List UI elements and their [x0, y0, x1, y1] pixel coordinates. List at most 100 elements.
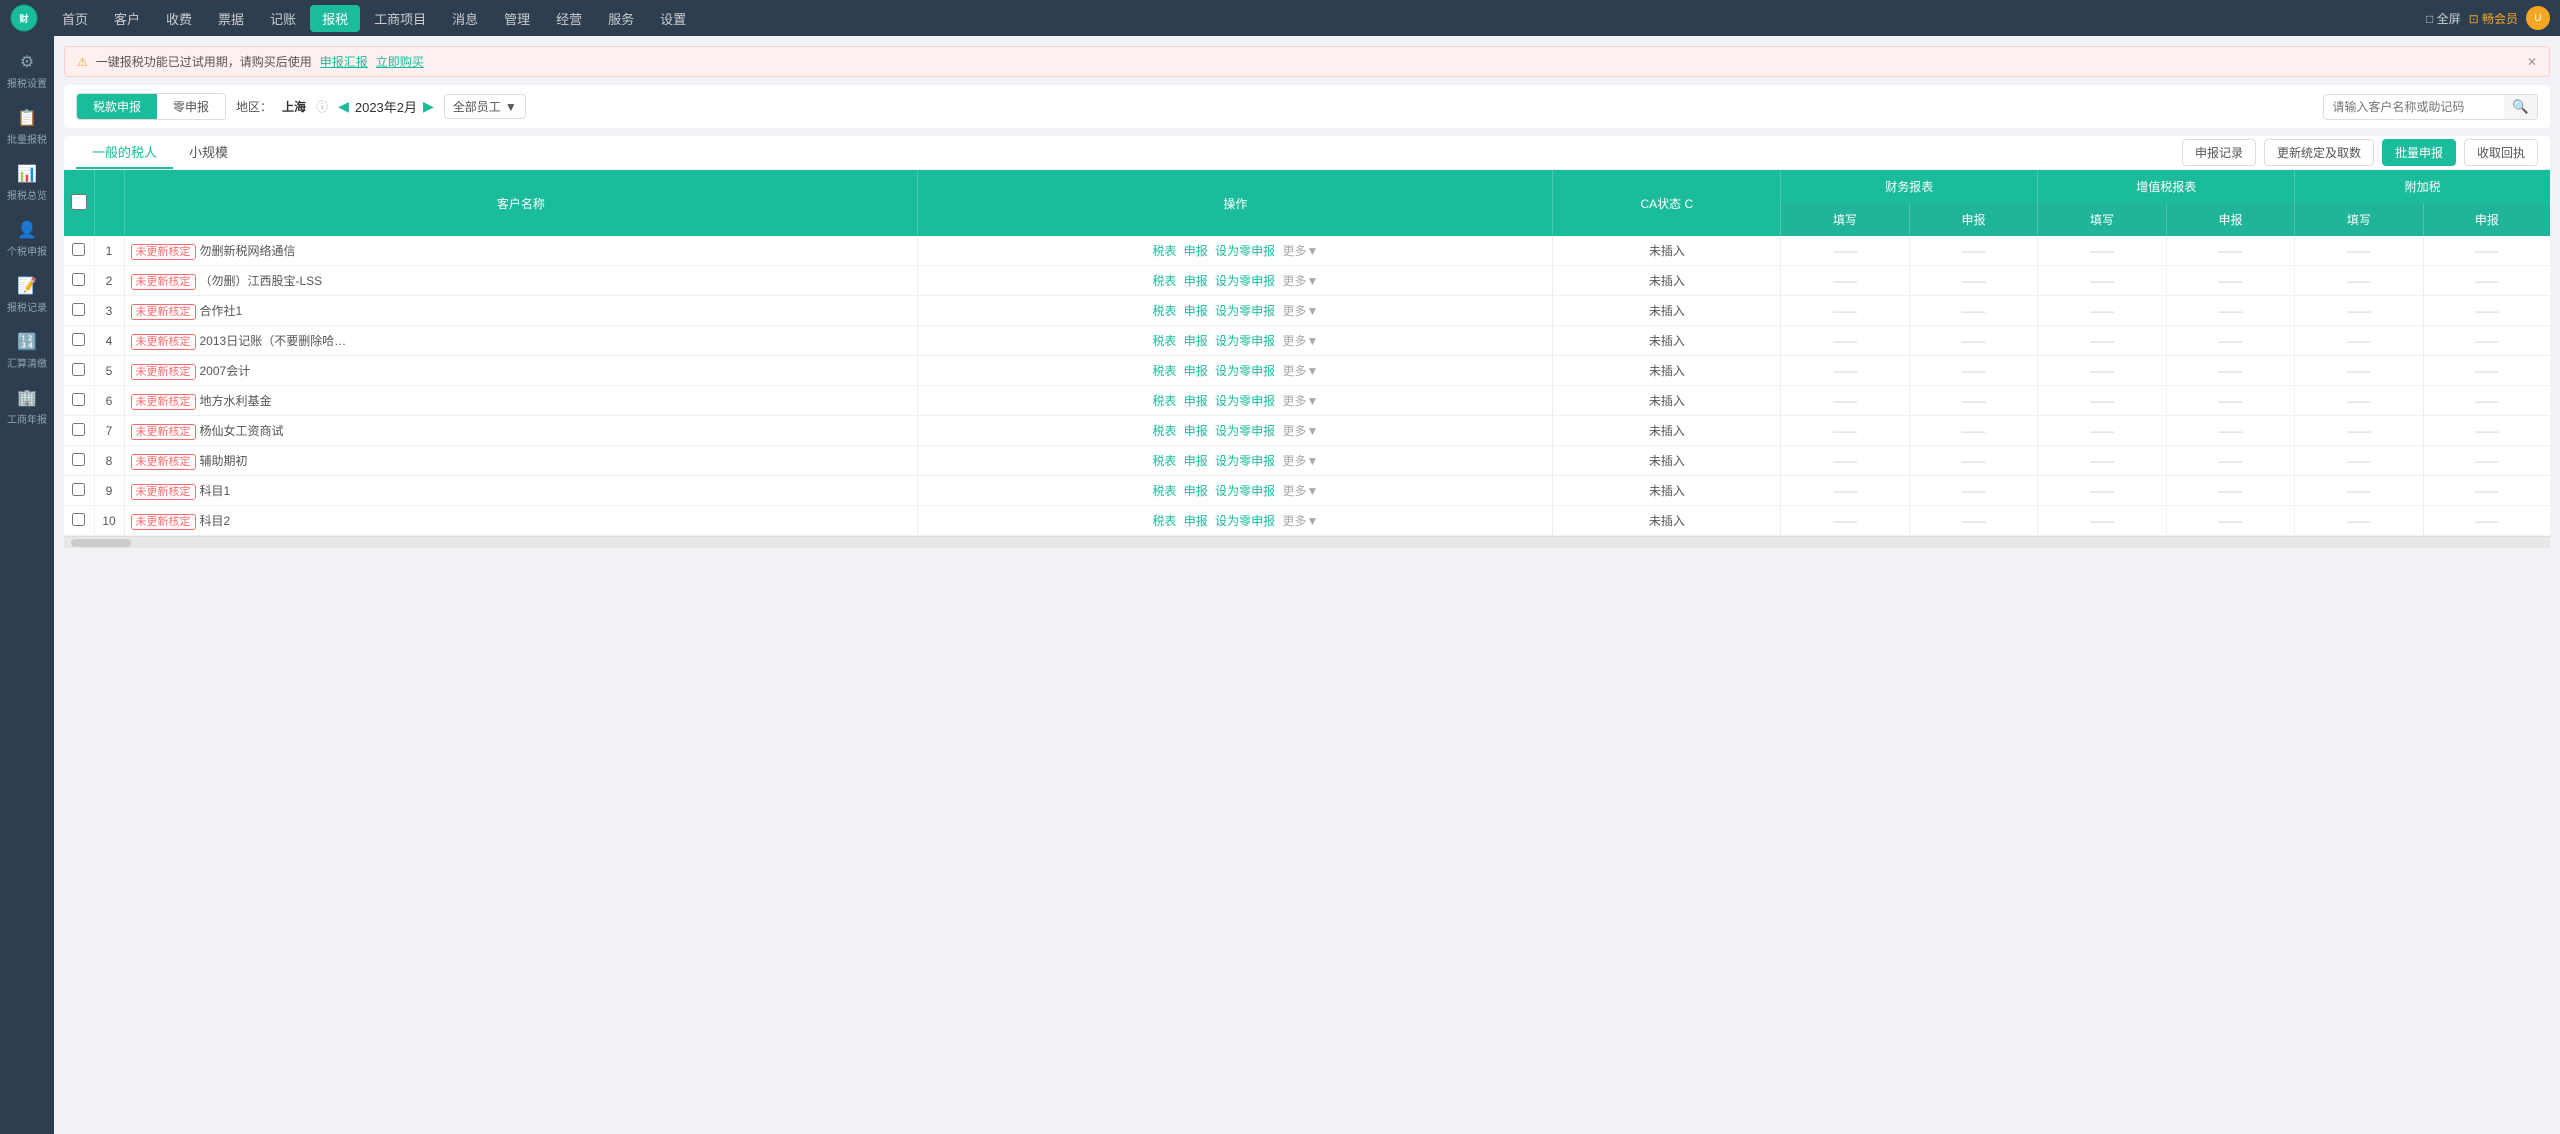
op-taxform[interactable]: 税表 — [1152, 454, 1176, 468]
op-declare[interactable]: 申报 — [1184, 514, 1208, 528]
op-more[interactable]: 更多▼ — [1282, 424, 1318, 438]
declaration-record-btn[interactable]: 申报记录 — [2182, 139, 2256, 166]
row-checkbox[interactable] — [72, 483, 85, 496]
op-declare[interactable]: 申报 — [1184, 304, 1208, 318]
op-more[interactable]: 更多▼ — [1282, 514, 1318, 528]
fetch-back-btn[interactable]: 收取回执 — [2464, 139, 2538, 166]
sidebar-item-batch-tax[interactable]: 📋 批量报税 — [0, 100, 54, 154]
nav-manage[interactable]: 管理 — [492, 5, 542, 32]
nav-invoice[interactable]: 票据 — [206, 5, 256, 32]
row-checkbox[interactable] — [72, 243, 85, 256]
tab-tax-declaration[interactable]: 税款申报 — [77, 94, 157, 119]
nav-tax[interactable]: 报税 — [310, 5, 360, 32]
op-zero-declare[interactable]: 设为零申报 — [1215, 274, 1275, 288]
table-header-row: 客户名称 操作 CA状态 C 财务报表 增值税报表 附加税 — [64, 170, 2550, 203]
tax-record-icon: 📝 — [17, 276, 37, 296]
cell-number: 10 — [94, 506, 124, 536]
tab-general-taxpayer[interactable]: 一般的税人 — [76, 136, 173, 169]
nav-home[interactable]: 首页 — [50, 5, 100, 32]
cell-fin-fill: —— — [1781, 386, 1909, 416]
op-taxform[interactable]: 税表 — [1152, 364, 1176, 378]
declaration-summary-link[interactable]: 申报汇报 — [320, 53, 368, 70]
employee-selector[interactable]: 全部员工 ▼ — [444, 94, 526, 119]
op-more[interactable]: 更多▼ — [1282, 454, 1318, 468]
op-more[interactable]: 更多▼ — [1282, 244, 1318, 258]
row-checkbox[interactable] — [72, 423, 85, 436]
batch-declare-btn[interactable]: 批量申报 — [2382, 139, 2456, 166]
nav-service[interactable]: 服务 — [596, 5, 646, 32]
row-checkbox[interactable] — [72, 303, 85, 316]
update-fetch-btn[interactable]: 更新统定及取数 — [2264, 139, 2374, 166]
op-more[interactable]: 更多▼ — [1282, 394, 1318, 408]
op-more[interactable]: 更多▼ — [1282, 334, 1318, 348]
op-declare[interactable]: 申报 — [1184, 484, 1208, 498]
tab-small-scale[interactable]: 小规模 — [173, 136, 244, 169]
op-more[interactable]: 更多▼ — [1282, 364, 1318, 378]
nav-business[interactable]: 工商项目 — [362, 5, 438, 32]
cell-number: 9 — [94, 476, 124, 506]
op-declare[interactable]: 申报 — [1184, 274, 1208, 288]
buy-now-link[interactable]: 立即购买 — [376, 53, 424, 70]
nav-settings[interactable]: 设置 — [648, 5, 698, 32]
op-more[interactable]: 更多▼ — [1282, 484, 1318, 498]
sidebar-item-individual-tax[interactable]: 👤 个税申报 — [0, 212, 54, 266]
sidebar-item-annual-report[interactable]: 🏢 工商年报 — [0, 380, 54, 434]
op-zero-declare[interactable]: 设为零申报 — [1215, 364, 1275, 378]
nav-customer[interactable]: 客户 — [102, 5, 152, 32]
scrollbar-thumb[interactable] — [71, 539, 131, 547]
sidebar-item-tax-settings[interactable]: ⚙ 报税设置 — [0, 44, 54, 98]
op-more[interactable]: 更多▼ — [1282, 274, 1318, 288]
row-checkbox[interactable] — [72, 513, 85, 526]
nav-operation[interactable]: 经营 — [544, 5, 594, 32]
user-avatar[interactable]: U — [2526, 6, 2550, 30]
op-declare[interactable]: 申报 — [1184, 424, 1208, 438]
horizontal-scrollbar[interactable] — [64, 536, 2550, 548]
op-zero-declare[interactable]: 设为零申报 — [1215, 514, 1275, 528]
op-taxform[interactable]: 税表 — [1152, 424, 1176, 438]
region-value: 上海 — [282, 98, 306, 115]
sidebar-item-settlement[interactable]: 🔢 汇算清缴 — [0, 324, 54, 378]
row-checkbox[interactable] — [72, 453, 85, 466]
op-declare[interactable]: 申报 — [1184, 394, 1208, 408]
th-add-fill: 填写 — [2295, 203, 2423, 236]
op-zero-declare[interactable]: 设为零申报 — [1215, 244, 1275, 258]
row-checkbox[interactable] — [72, 273, 85, 286]
op-taxform[interactable]: 税表 — [1152, 304, 1176, 318]
op-zero-declare[interactable]: 设为零申报 — [1215, 334, 1275, 348]
op-declare[interactable]: 申报 — [1184, 364, 1208, 378]
logo[interactable]: 财 — [10, 4, 38, 32]
op-zero-declare[interactable]: 设为零申报 — [1215, 394, 1275, 408]
op-declare[interactable]: 申报 — [1184, 244, 1208, 258]
op-taxform[interactable]: 税表 — [1152, 334, 1176, 348]
search-button[interactable]: 🔍 — [2504, 95, 2537, 119]
fullscreen-btn[interactable]: □ 全屏 — [2426, 10, 2461, 27]
row-checkbox[interactable] — [72, 333, 85, 346]
op-zero-declare[interactable]: 设为零申报 — [1215, 424, 1275, 438]
sidebar-item-tax-overview[interactable]: 📊 报税总览 — [0, 156, 54, 210]
op-taxform[interactable]: 税表 — [1152, 514, 1176, 528]
op-taxform[interactable]: 税表 — [1152, 274, 1176, 288]
op-zero-declare[interactable]: 设为零申报 — [1215, 304, 1275, 318]
row-checkbox[interactable] — [72, 393, 85, 406]
op-zero-declare[interactable]: 设为零申报 — [1215, 454, 1275, 468]
nav-message[interactable]: 消息 — [440, 5, 490, 32]
date-prev-btn[interactable]: ◀ — [338, 98, 349, 115]
op-declare[interactable]: 申报 — [1184, 454, 1208, 468]
op-zero-declare[interactable]: 设为零申报 — [1215, 484, 1275, 498]
select-all-checkbox[interactable] — [71, 194, 87, 210]
nav-billing[interactable]: 收费 — [154, 5, 204, 32]
op-taxform[interactable]: 税表 — [1152, 484, 1176, 498]
tab-zero-declaration[interactable]: 零申报 — [157, 94, 225, 119]
search-input[interactable] — [2324, 96, 2504, 118]
row-checkbox[interactable] — [72, 363, 85, 376]
nav-accounting[interactable]: 记账 — [258, 5, 308, 32]
member-btn[interactable]: ⊡ 畅会员 — [2469, 10, 2518, 27]
op-declare[interactable]: 申报 — [1184, 334, 1208, 348]
region-info-icon[interactable]: ⓘ — [316, 98, 328, 115]
notification-close-btn[interactable]: ✕ — [2527, 55, 2537, 69]
op-taxform[interactable]: 税表 — [1152, 394, 1176, 408]
op-more[interactable]: 更多▼ — [1282, 304, 1318, 318]
date-next-btn[interactable]: ▶ — [423, 98, 434, 115]
op-taxform[interactable]: 税表 — [1152, 244, 1176, 258]
sidebar-item-tax-record[interactable]: 📝 报税记录 — [0, 268, 54, 322]
